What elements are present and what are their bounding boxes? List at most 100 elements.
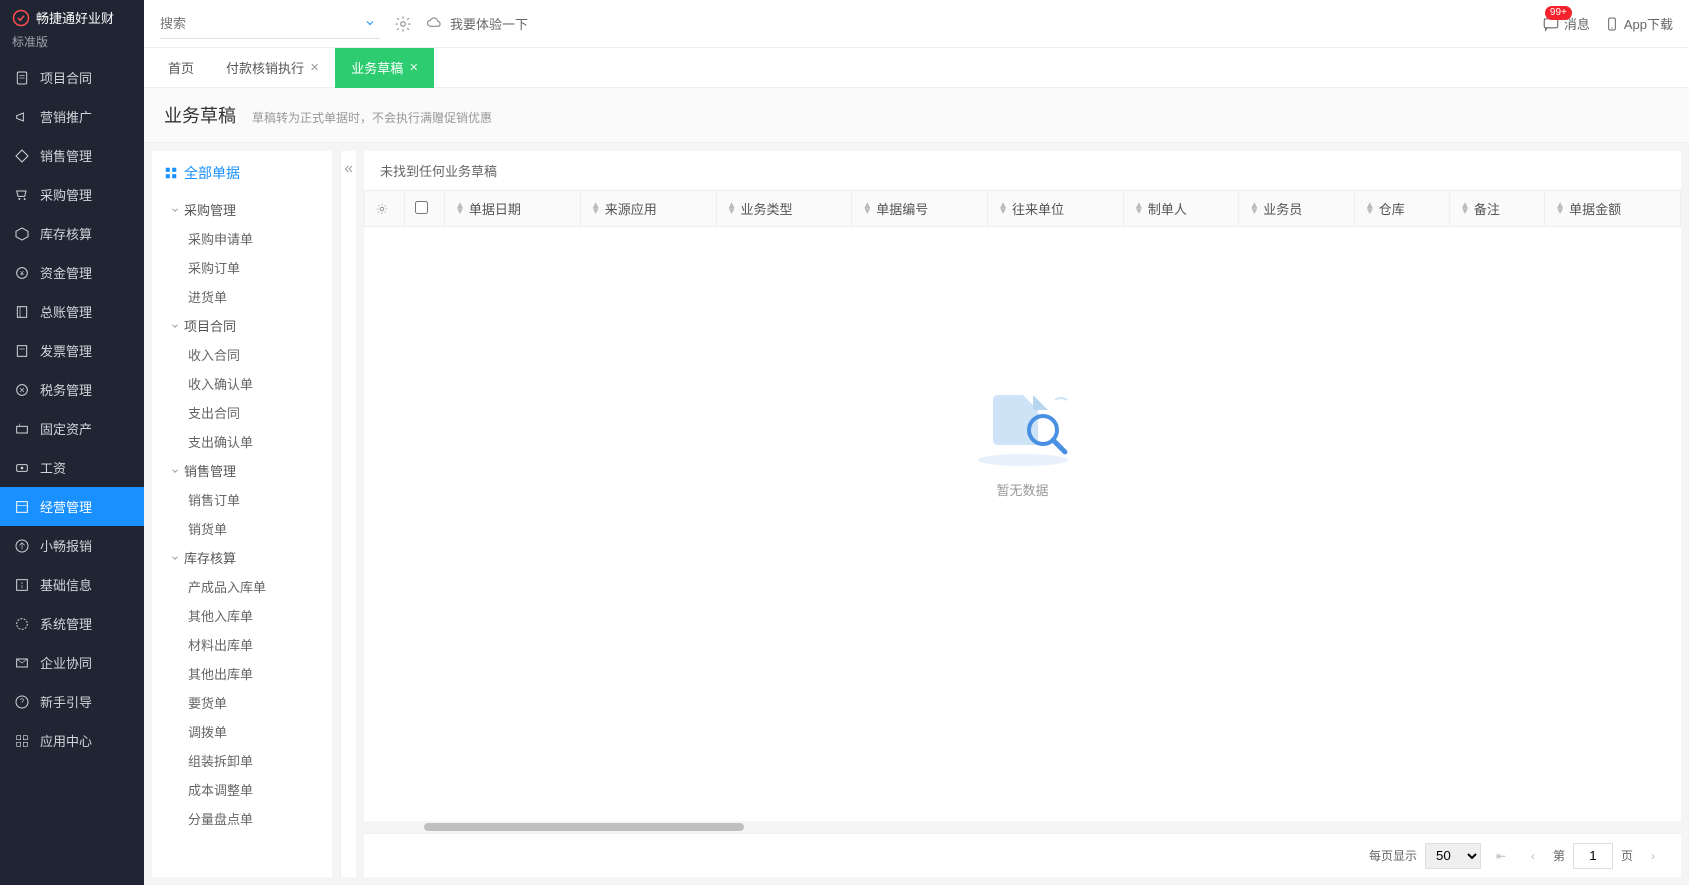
tree-item[interactable]: 成本调整单 <box>152 775 332 804</box>
column-header[interactable]: ▲▼备注 <box>1450 191 1545 227</box>
sort-icon[interactable]: ▲▼ <box>998 203 1008 215</box>
tree-item[interactable]: 采购订单 <box>152 253 332 282</box>
tree-group[interactable]: 库存核算 <box>152 543 332 572</box>
nav-item-box[interactable]: 库存核算 <box>0 214 144 253</box>
nav-item-label: 项目合同 <box>40 68 92 87</box>
tree-item[interactable]: 组装拆卸单 <box>152 746 332 775</box>
tree-group[interactable]: 采购管理 <box>152 195 332 224</box>
scroll-thumb[interactable] <box>424 823 744 831</box>
sort-icon[interactable]: ▲▼ <box>1134 203 1144 215</box>
tree-item[interactable]: 收入确认单 <box>152 369 332 398</box>
sort-icon[interactable]: ▲▼ <box>862 203 872 215</box>
nav-item-megaphone[interactable]: 营销推广 <box>0 97 144 136</box>
tree-item[interactable]: 采购申请单 <box>152 224 332 253</box>
try-link[interactable]: 我要体验一下 <box>426 14 528 33</box>
nav-item-tax[interactable]: 税务管理 <box>0 370 144 409</box>
nav-item-collab[interactable]: 企业协同 <box>0 643 144 682</box>
column-header[interactable]: ▲▼往来单位 <box>988 191 1124 227</box>
sort-icon[interactable]: ▲▼ <box>455 203 465 215</box>
sort-icon[interactable]: ▲▼ <box>727 203 737 215</box>
page-number-input[interactable] <box>1573 843 1613 869</box>
settings-gear-icon[interactable] <box>394 15 412 33</box>
messages-link[interactable]: 99+ 消息 <box>1542 14 1590 33</box>
nav-item-label: 采购管理 <box>40 185 92 204</box>
nav-item-info[interactable]: 基础信息 <box>0 565 144 604</box>
close-icon[interactable]: ✕ <box>310 61 319 74</box>
tree-item[interactable]: 支出合同 <box>152 398 332 427</box>
per-page-select[interactable]: 50 <box>1425 843 1481 869</box>
search-input[interactable] <box>160 16 364 31</box>
tab[interactable]: 业务草稿✕ <box>335 48 434 88</box>
ledger-icon <box>14 304 30 320</box>
tree-item[interactable]: 销售订单 <box>152 485 332 514</box>
tab[interactable]: 首页 <box>152 48 210 88</box>
tree-group[interactable]: 销售管理 <box>152 456 332 485</box>
nav-item-cart[interactable]: 采购管理 <box>0 175 144 214</box>
tree-item[interactable]: 销货单 <box>152 514 332 543</box>
prev-page-button[interactable]: ‹ <box>1521 844 1545 868</box>
nav-item-contract[interactable]: 项目合同 <box>0 58 144 97</box>
checkbox[interactable] <box>415 201 428 214</box>
close-icon[interactable]: ✕ <box>409 61 418 74</box>
column-header[interactable]: ▲▼ 单据编号 <box>852 191 988 227</box>
tree-item[interactable]: 产成品入库单 <box>152 572 332 601</box>
info-icon <box>14 577 30 593</box>
column-header[interactable]: ▲▼仓库 <box>1354 191 1449 227</box>
horizontal-scrollbar[interactable] <box>364 821 1681 833</box>
manage-icon <box>14 499 30 515</box>
sort-icon[interactable]: ▲▼ <box>1460 203 1470 215</box>
table-wrap: ▲▼单据日期▲▼来源应用▲▼业务类型▲▼单据编号▲▼往来单位▲▼制单人▲▼业务员… <box>364 190 1681 821</box>
search-box[interactable] <box>160 9 380 39</box>
nav-item-tag[interactable]: 销售管理 <box>0 136 144 175</box>
tree-item[interactable]: 其他入库单 <box>152 601 332 630</box>
sort-icon[interactable]: ▲▼ <box>1555 203 1565 215</box>
tree-header[interactable]: 全部单据 <box>152 151 332 195</box>
nav-item-system[interactable]: 系统管理 <box>0 604 144 643</box>
table-hint: 未找到任何业务草稿 <box>364 151 1681 190</box>
column-header[interactable]: ▲▼业务员 <box>1239 191 1354 227</box>
sort-icon[interactable]: ▲▼ <box>591 203 601 215</box>
tree-item[interactable]: 进货单 <box>152 282 332 311</box>
nav-item-manage[interactable]: 经营管理 <box>0 487 144 526</box>
tree-item[interactable]: 调拨单 <box>152 717 332 746</box>
column-label: 来源应用 <box>605 199 657 218</box>
gear-icon <box>375 202 389 216</box>
column-settings[interactable] <box>365 191 405 227</box>
tree-item[interactable]: 材料出库单 <box>152 630 332 659</box>
messages-badge: 99+ <box>1545 6 1572 20</box>
nav-item-label: 营销推广 <box>40 107 92 126</box>
nav-list: 项目合同营销推广销售管理采购管理库存核算¥资金管理总账管理发票管理税务管理固定资… <box>0 58 144 885</box>
svg-text:¥: ¥ <box>20 270 24 277</box>
nav-item-ledger[interactable]: 总账管理 <box>0 292 144 331</box>
nav-item-salary[interactable]: 工资 <box>0 448 144 487</box>
next-page-button[interactable]: › <box>1641 844 1665 868</box>
nav-item-apps[interactable]: 应用中心 <box>0 721 144 760</box>
column-header[interactable]: ▲▼单据日期 <box>445 191 581 227</box>
first-page-button[interactable]: ⇤ <box>1489 844 1513 868</box>
column-header[interactable]: ▲▼单据金额 <box>1545 191 1681 227</box>
column-header[interactable]: ▲▼业务类型 <box>716 191 852 227</box>
tree-item[interactable]: 其他出库单 <box>152 659 332 688</box>
nav-item-guide[interactable]: 新手引导 <box>0 682 144 721</box>
sort-icon[interactable]: ▲▼ <box>1249 203 1259 215</box>
tree-item[interactable]: 要货单 <box>152 688 332 717</box>
tree-item[interactable]: 收入合同 <box>152 340 332 369</box>
nav-item-asset[interactable]: 固定资产 <box>0 409 144 448</box>
sort-icon[interactable]: ▲▼ <box>1365 203 1375 215</box>
tree-item[interactable]: 分量盘点单 <box>152 804 332 833</box>
nav-item-label: 总账管理 <box>40 302 92 321</box>
tab[interactable]: 付款核销执行✕ <box>210 48 335 88</box>
nav-item-invoice[interactable]: 发票管理 <box>0 331 144 370</box>
select-all-checkbox[interactable] <box>405 191 445 227</box>
column-header[interactable]: ▲▼制单人 <box>1123 191 1238 227</box>
chevron-down-icon[interactable] <box>364 17 376 29</box>
tree-item[interactable]: 支出确认单 <box>152 427 332 456</box>
column-label: 单据编号 <box>876 199 928 218</box>
column-header[interactable]: ▲▼ 来源应用 <box>580 191 716 227</box>
nav-item-expense[interactable]: 小畅报销 <box>0 526 144 565</box>
nav-item-coin[interactable]: ¥资金管理 <box>0 253 144 292</box>
collapse-handle[interactable] <box>340 151 356 877</box>
app-download-link[interactable]: App下载 <box>1604 14 1673 33</box>
tree-group[interactable]: 项目合同 <box>152 311 332 340</box>
salary-icon <box>14 460 30 476</box>
